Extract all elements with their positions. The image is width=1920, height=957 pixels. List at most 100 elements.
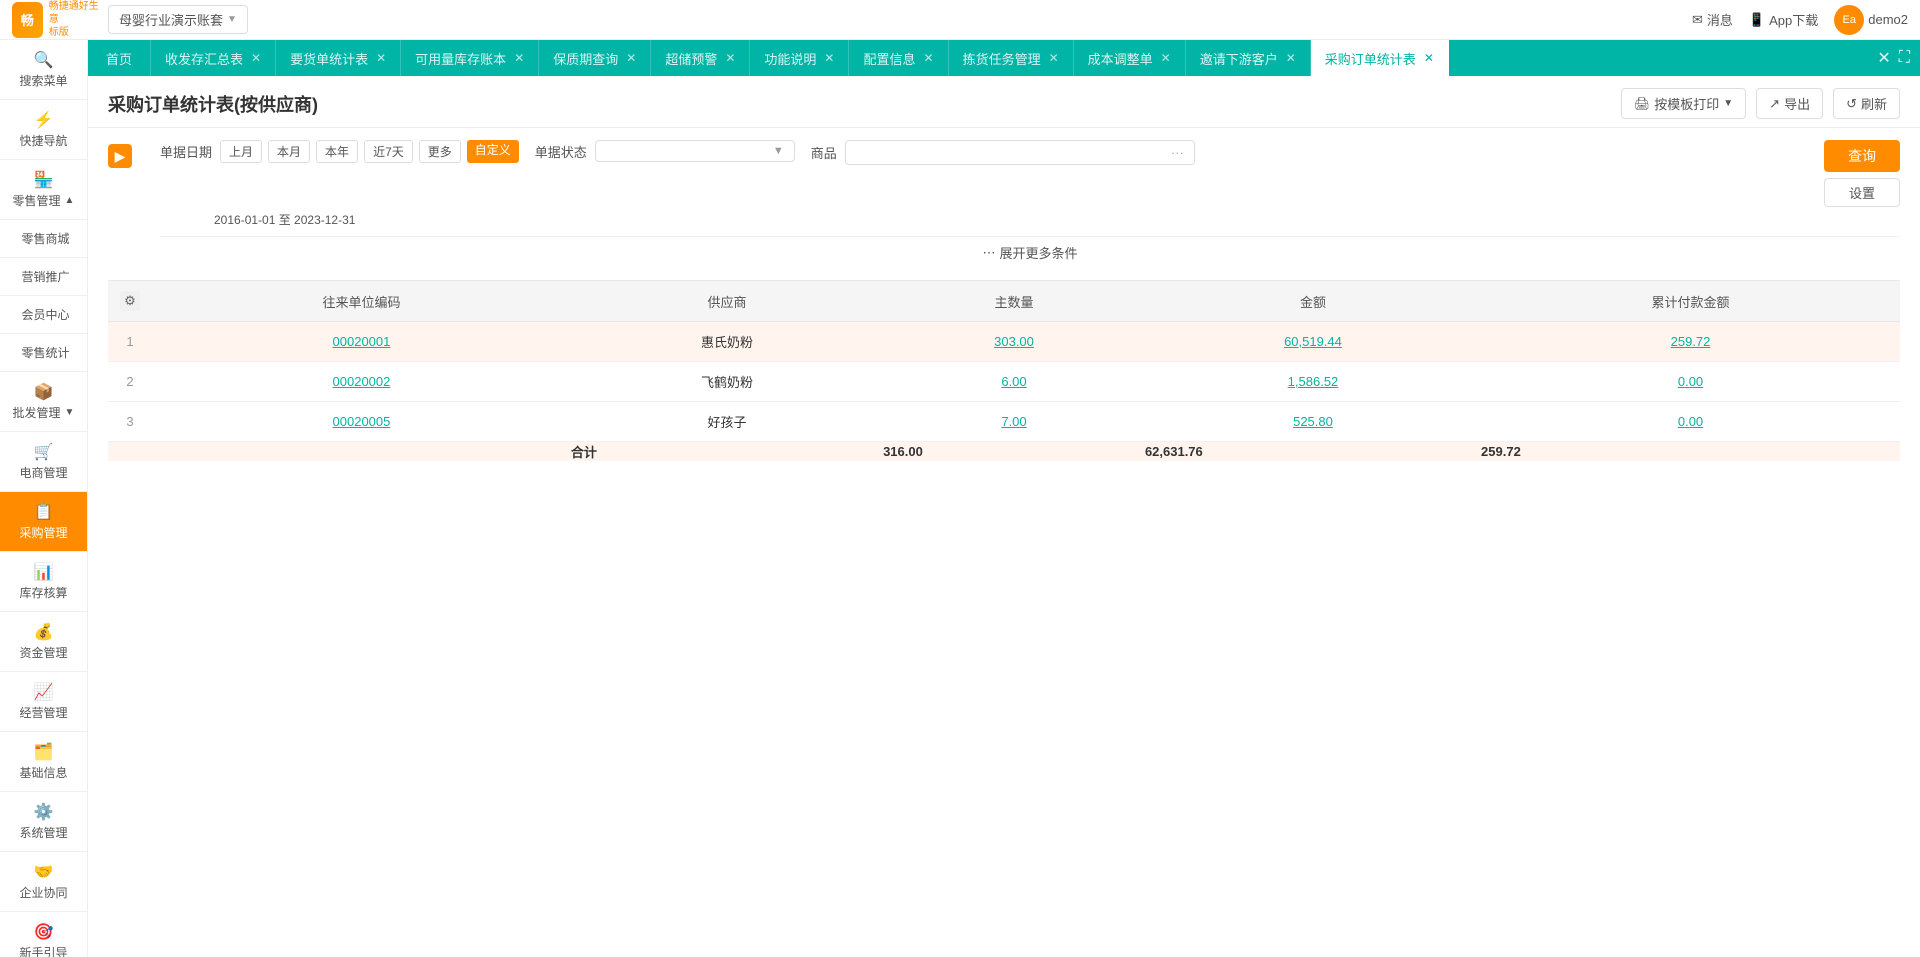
tab-picking-task[interactable]: 拣货任务管理 ✕: [949, 40, 1074, 76]
paid-amount-link[interactable]: 0.00: [1678, 414, 1703, 429]
sidebar-item-enterprise-collab[interactable]: 🤝 企业协同: [0, 852, 87, 912]
filter-area: ▶ 单据日期 上月 本月 本年 近7天: [88, 128, 1920, 280]
finance-icon: 💰: [4, 622, 83, 642]
row-amount-cell: 525.80: [1145, 402, 1481, 442]
table-header-row: ⚙ 往来单位编码 供应商 主数量: [108, 281, 1900, 322]
tab-receive-summary[interactable]: 收发存汇总表 ✕: [151, 40, 276, 76]
main-qty-link[interactable]: 303.00: [994, 334, 1034, 349]
tab-home[interactable]: 首页: [88, 40, 151, 76]
goods-more-icon[interactable]: ···: [1171, 145, 1184, 160]
filter-toggle-btn[interactable]: ▶: [108, 144, 132, 168]
sidebar-item-stock-check[interactable]: 📊 库存核算: [0, 552, 87, 612]
tab-available-stock-close[interactable]: ✕: [514, 51, 524, 65]
tab-receive-summary-close[interactable]: ✕: [251, 51, 261, 65]
amount-link[interactable]: 60,519.44: [1284, 334, 1342, 349]
sidebar-item-batch-mgmt[interactable]: 📦 批发管理 ▼: [0, 372, 87, 432]
expand-more-btn[interactable]: ⋯ 展开更多条件: [160, 236, 1900, 268]
amount-link[interactable]: 1,586.52: [1288, 374, 1339, 389]
goods-input[interactable]: ···: [845, 140, 1195, 165]
row-main-qty-cell: 6.00: [883, 362, 1145, 402]
app-download-label: App下载: [1769, 10, 1818, 29]
unit-code-link[interactable]: 00020002: [333, 374, 391, 389]
tab-purchase-goods-stat-close[interactable]: ✕: [376, 51, 386, 65]
sidebar-item-ops-mgmt[interactable]: 📈 经营管理: [0, 672, 87, 732]
date-btn-this-month[interactable]: 本月: [268, 140, 310, 163]
top-right: ✉ 消息 📱 App下载 Ea demo2: [1692, 5, 1908, 35]
query-button[interactable]: 查询: [1824, 140, 1900, 172]
message-btn[interactable]: ✉ 消息: [1692, 10, 1733, 29]
sidebar-item-retail-stats[interactable]: 零售统计: [0, 334, 87, 372]
row-paid-amount-cell: 0.00: [1481, 402, 1900, 442]
unit-code-link[interactable]: 00020005: [333, 414, 391, 429]
sidebar-item-ecommerce[interactable]: 🛒 电商管理: [0, 432, 87, 492]
sidebar-label-finance: 资金管理: [4, 644, 83, 661]
tab-purchase-order-stat-close[interactable]: ✕: [1424, 51, 1434, 65]
row-supplier-cell: 好孩子: [571, 402, 883, 442]
sidebar-item-quick-nav[interactable]: ⚡ 快捷导航: [0, 100, 87, 160]
sidebar: 🔍 搜索菜单 ⚡ 快捷导航 🏪 零售管理 ▲ 零售商城 营销推广 会员中心 零售…: [0, 40, 88, 957]
message-label: 消息: [1707, 10, 1733, 29]
sidebar-item-basic-info[interactable]: 🗂️ 基础信息: [0, 732, 87, 792]
amount-link[interactable]: 525.80: [1293, 414, 1333, 429]
export-button[interactable]: ↗ 导出: [1756, 88, 1823, 119]
tab-invite-downstream-close[interactable]: ✕: [1286, 51, 1296, 65]
total-paid-amount-cell: 259.72: [1481, 442, 1900, 462]
main-qty-link[interactable]: 6.00: [1001, 374, 1026, 389]
tab-purchase-goods-stat[interactable]: 要货单统计表 ✕: [276, 40, 401, 76]
filter-settings-button[interactable]: 设置: [1824, 178, 1900, 207]
sidebar-item-sys-mgmt[interactable]: ⚙️ 系统管理: [0, 792, 87, 852]
tab-picking-task-close[interactable]: ✕: [1049, 51, 1059, 65]
sidebar-item-member-center[interactable]: 会员中心: [0, 296, 87, 334]
tab-available-stock[interactable]: 可用量库存账本 ✕: [401, 40, 539, 76]
tab-overstock-warning-close[interactable]: ✕: [725, 51, 735, 65]
unit-code-link[interactable]: 00020001: [333, 334, 391, 349]
col-supplier-header: 供应商: [571, 281, 883, 322]
tab-config-info-close[interactable]: ✕: [924, 51, 934, 65]
print-button[interactable]: 🖨 按模板打印 ▼: [1621, 88, 1746, 119]
app-download-btn[interactable]: 📱 App下载: [1749, 10, 1818, 29]
sidebar-item-purchase-mgmt[interactable]: 📋 采购管理: [0, 492, 87, 552]
sidebar-item-retail-mgmt[interactable]: 🏪 零售管理 ▲: [0, 160, 87, 220]
col-settings-icon[interactable]: ⚙: [120, 291, 140, 311]
paid-amount-link[interactable]: 259.72: [1671, 334, 1711, 349]
status-select[interactable]: ▼: [595, 140, 795, 162]
tab-invite-downstream[interactable]: 邀请下游客户 ✕: [1186, 40, 1311, 76]
sidebar-label-enterprise-collab: 企业协同: [4, 884, 83, 901]
date-btn-7days[interactable]: 近7天: [364, 140, 413, 163]
paid-amount-link[interactable]: 0.00: [1678, 374, 1703, 389]
tab-close-all-btn[interactable]: ✕: [1875, 46, 1892, 70]
tab-overstock-warning[interactable]: 超储预警 ✕: [651, 40, 750, 76]
tab-cost-adjust[interactable]: 成本调整单 ✕: [1074, 40, 1186, 76]
tab-expiry-query-close[interactable]: ✕: [626, 51, 636, 65]
download-icon: 📱: [1749, 12, 1765, 28]
workspace-selector[interactable]: 母婴行业演示账套 ▼: [108, 5, 248, 34]
print-chevron-icon: ▼: [1723, 98, 1733, 109]
tab-expiry-query[interactable]: 保质期查询 ✕: [539, 40, 651, 76]
date-btn-last-month[interactable]: 上月: [220, 140, 262, 163]
tab-function-desc-close[interactable]: ✕: [824, 51, 834, 65]
row-num-cell: 1: [108, 322, 152, 362]
sidebar-item-retail-mall[interactable]: 零售商城: [0, 220, 87, 258]
tab-cost-adjust-close[interactable]: ✕: [1161, 51, 1171, 65]
sidebar-label-purchase-mgmt: 采购管理: [4, 524, 83, 541]
main-qty-link[interactable]: 7.00: [1001, 414, 1026, 429]
sidebar-item-finance[interactable]: 💰 资金管理: [0, 612, 87, 672]
logo-text: 畅捷通好生意 标版: [49, 0, 100, 39]
tab-expand-btn[interactable]: ⛶: [1897, 47, 1912, 69]
refresh-button[interactable]: ↺ 刷新: [1833, 88, 1900, 119]
sidebar-item-marketing[interactable]: 营销推广: [0, 258, 87, 296]
tab-bar: 首页 收发存汇总表 ✕ 要货单统计表 ✕ 可用量库存账本 ✕ 保质期查询 ✕ 超…: [88, 40, 1920, 76]
tab-purchase-order-stat[interactable]: 采购订单统计表 ✕: [1311, 40, 1449, 76]
date-btn-more[interactable]: 更多: [419, 140, 461, 163]
tab-config-info[interactable]: 配置信息 ✕: [849, 40, 948, 76]
date-btn-this-year[interactable]: 本年: [316, 140, 358, 163]
sidebar-label-sys-mgmt: 系统管理: [4, 824, 83, 841]
sidebar-item-search[interactable]: 🔍 搜索菜单: [0, 40, 87, 100]
sidebar-label-retail-mgmt: 零售管理: [13, 192, 61, 209]
table-area: ⚙ 往来单位编码 供应商 主数量: [88, 280, 1920, 481]
sidebar-label-retail-stats: 零售统计: [8, 344, 83, 361]
tab-function-desc[interactable]: 功能说明 ✕: [750, 40, 849, 76]
date-custom-badge[interactable]: 自定义: [467, 140, 519, 163]
user-area[interactable]: Ea demo2: [1834, 5, 1908, 35]
sidebar-item-new-guide[interactable]: 🎯 新手引导: [0, 912, 87, 957]
